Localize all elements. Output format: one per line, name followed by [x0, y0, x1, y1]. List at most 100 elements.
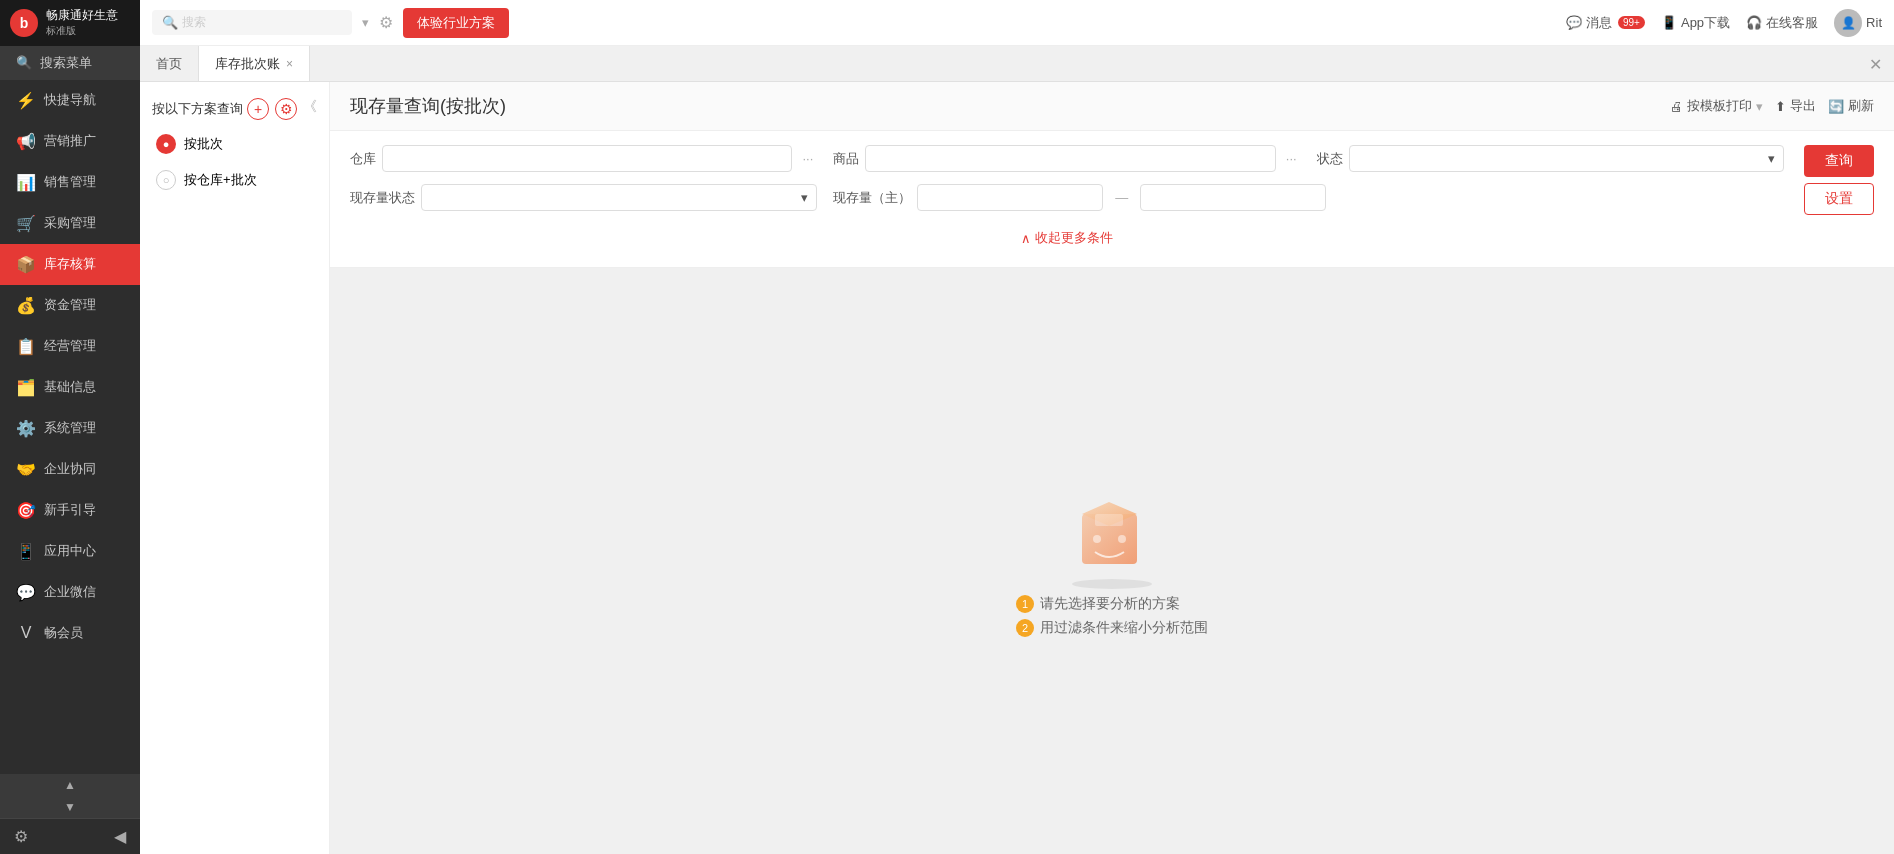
print-dropdown-icon[interactable]: ▾ — [1756, 99, 1763, 114]
close-panel-icon[interactable]: ✕ — [1869, 54, 1882, 73]
refresh-button[interactable]: 🔄 刷新 — [1828, 97, 1874, 115]
plan-item-by-warehouse-batch[interactable]: ○ 按仓库+批次 — [140, 162, 329, 198]
sidebar-item-quick-nav[interactable]: ⚡ 快捷导航 — [0, 80, 140, 121]
status-select[interactable]: ▾ — [1349, 145, 1784, 172]
sidebar-item-purchase[interactable]: 🛒 采购管理 — [0, 203, 140, 244]
tip-number-2: 2 — [1016, 619, 1034, 637]
tip-number-1: 1 — [1016, 595, 1034, 613]
plan-item-by-batch[interactable]: ● 按批次 — [140, 126, 329, 162]
topbar-dropdown-icon[interactable]: ▾ — [362, 15, 369, 30]
plan-settings-button[interactable]: ⚙ — [275, 98, 297, 120]
topbar-search-box[interactable]: 🔍 搜索 — [152, 10, 352, 35]
sidebar-item-label: 库存核算 — [44, 255, 96, 273]
sidebar-nav: 🔍 搜索菜单 ⚡ 快捷导航 📢 营销推广 📊 销售管理 🛒 采购管理 📦 库存核… — [0, 46, 140, 774]
plan-icon-inactive: ○ — [156, 170, 176, 190]
online-service-button[interactable]: 🎧 在线客服 — [1746, 14, 1818, 32]
svg-point-3 — [1093, 535, 1101, 543]
goods-more-icon[interactable]: ··· — [1282, 151, 1301, 166]
filter-area: 仓库 ··· 商品 ··· 状态 — [330, 131, 1894, 268]
avatar: 👤 — [1834, 9, 1862, 37]
sidebar-header: b 畅康通好生意 标准版 — [0, 0, 140, 46]
tip-text-2: 用过滤条件来缩小分析范围 — [1040, 619, 1208, 637]
sidebar-item-finance[interactable]: 💰 资金管理 — [0, 285, 140, 326]
sidebar-item-label: 企业协同 — [44, 460, 96, 478]
app-version: 标准版 — [46, 24, 118, 38]
empty-tip-1: 1 请先选择要分析的方案 — [1016, 595, 1208, 613]
tab-label: 库存批次账 — [215, 55, 280, 73]
messages-label: 消息 — [1586, 14, 1612, 32]
stock-main-label: 现存量（主） — [833, 189, 911, 207]
topbar: 🔍 搜索 ▾ ⚙ 体验行业方案 💬 消息 99+ 📱 App下载 🎧 在线客服 … — [140, 0, 1894, 46]
filter-settings-button[interactable]: 设置 — [1804, 183, 1874, 215]
sidebar-item-label: 应用中心 — [44, 542, 96, 560]
sidebar-item-label: 快捷导航 — [44, 91, 96, 109]
sidebar-item-newbie[interactable]: 🎯 新手引导 — [0, 490, 140, 531]
stock-status-select[interactable]: ▾ — [421, 184, 817, 211]
sidebar-scroll-up[interactable]: ▲ — [0, 774, 140, 796]
add-plan-button[interactable]: + — [247, 98, 269, 120]
collapse-sidebar-icon[interactable]: ◀ — [114, 827, 126, 846]
sidebar-item-label: 企业微信 — [44, 583, 96, 601]
sidebar-item-marketing[interactable]: 📢 营销推广 — [0, 121, 140, 162]
filter-stock-status: 现存量状态 ▾ — [350, 184, 817, 211]
warehouse-input[interactable] — [382, 145, 792, 172]
sidebar-footer: ⚙ ◀ — [0, 818, 140, 854]
sidebar-item-basic[interactable]: 🗂️ 基础信息 — [0, 367, 140, 408]
topbar-search-placeholder: 搜索 — [182, 14, 206, 31]
tab-inventory-batch[interactable]: 库存批次账 × — [199, 46, 310, 81]
marketing-icon: 📢 — [16, 132, 36, 151]
settings-icon[interactable]: ⚙ — [14, 827, 28, 846]
sidebar-scroll-down[interactable]: ▼ — [0, 796, 140, 818]
user-profile[interactable]: 👤 Rit — [1834, 9, 1882, 37]
svg-rect-2 — [1095, 514, 1123, 526]
sidebar-item-vip[interactable]: V 畅会员 — [0, 613, 140, 653]
vip-icon: V — [16, 624, 36, 642]
filter-row-2: 现存量状态 ▾ 现存量（主） — — [350, 184, 1784, 211]
plan-label: 按仓库+批次 — [184, 171, 257, 189]
wechat-icon: 💬 — [16, 583, 36, 602]
page-header: 现存量查询(按批次) 🖨 按模板打印 ▾ ⬆ 导出 🔄 刷新 — [330, 82, 1894, 131]
filter-row-1: 仓库 ··· 商品 ··· 状态 — [350, 145, 1784, 172]
user-avatar-text: 👤 — [1841, 16, 1856, 30]
export-button[interactable]: ⬆ 导出 — [1775, 97, 1816, 115]
sidebar-item-label: 营销推广 — [44, 132, 96, 150]
user-name: Rit — [1866, 15, 1882, 30]
right-panel: 现存量查询(按批次) 🖨 按模板打印 ▾ ⬆ 导出 🔄 刷新 — [330, 82, 1894, 854]
sidebar-item-enterprise[interactable]: 🤝 企业协同 — [0, 449, 140, 490]
refresh-label: 刷新 — [1848, 97, 1874, 115]
tabbar: 首页 库存批次账 × ✕ — [140, 46, 1894, 82]
enterprise-icon: 🤝 — [16, 460, 36, 479]
sidebar-item-search[interactable]: 🔍 搜索菜单 — [0, 46, 140, 80]
collapse-filters-button[interactable]: ∧ 收起更多条件 — [350, 223, 1784, 253]
topbar-settings-icon[interactable]: ⚙ — [379, 13, 393, 32]
print-button[interactable]: 🖨 按模板打印 ▾ — [1670, 97, 1763, 115]
sidebar-item-inventory[interactable]: 📦 库存核算 — [0, 244, 140, 285]
sidebar-item-operations[interactable]: 📋 经营管理 — [0, 326, 140, 367]
tab-home[interactable]: 首页 — [140, 46, 199, 81]
warehouse-more-icon[interactable]: ··· — [798, 151, 817, 166]
message-icon: 💬 — [1566, 15, 1582, 30]
sidebar-item-label: 资金管理 — [44, 296, 96, 314]
app-download-button[interactable]: 📱 App下载 — [1661, 14, 1730, 32]
sidebar-item-appstore[interactable]: 📱 应用中心 — [0, 531, 140, 572]
stock-main-to[interactable] — [1140, 184, 1326, 211]
status-chevron-icon: ▾ — [1768, 151, 1775, 166]
sidebar-item-sales[interactable]: 📊 销售管理 — [0, 162, 140, 203]
close-tab-icon[interactable]: × — [286, 57, 293, 71]
operations-icon: 📋 — [16, 337, 36, 356]
svg-point-4 — [1118, 535, 1126, 543]
page-title: 现存量查询(按批次) — [350, 94, 506, 118]
sidebar-item-wechat[interactable]: 💬 企业微信 — [0, 572, 140, 613]
goods-input[interactable] — [865, 145, 1275, 172]
collapse-panel-button[interactable]: 《 — [303, 98, 317, 120]
sidebar-item-label: 畅会员 — [44, 624, 83, 642]
stock-main-from[interactable] — [917, 184, 1103, 211]
plus-icon: + — [254, 101, 262, 117]
sidebar-item-system[interactable]: ⚙️ 系统管理 — [0, 408, 140, 449]
query-button[interactable]: 查询 — [1804, 145, 1874, 177]
experience-button[interactable]: 体验行业方案 — [403, 8, 509, 38]
goods-label: 商品 — [833, 150, 859, 168]
left-panel: 按以下方案查询 + ⚙ 《 ● 按批次 ○ 按仓库+批次 — [140, 82, 330, 854]
messages-button[interactable]: 💬 消息 99+ — [1566, 14, 1645, 32]
sidebar: b 畅康通好生意 标准版 🔍 搜索菜单 ⚡ 快捷导航 📢 营销推广 📊 销售管理… — [0, 0, 140, 854]
